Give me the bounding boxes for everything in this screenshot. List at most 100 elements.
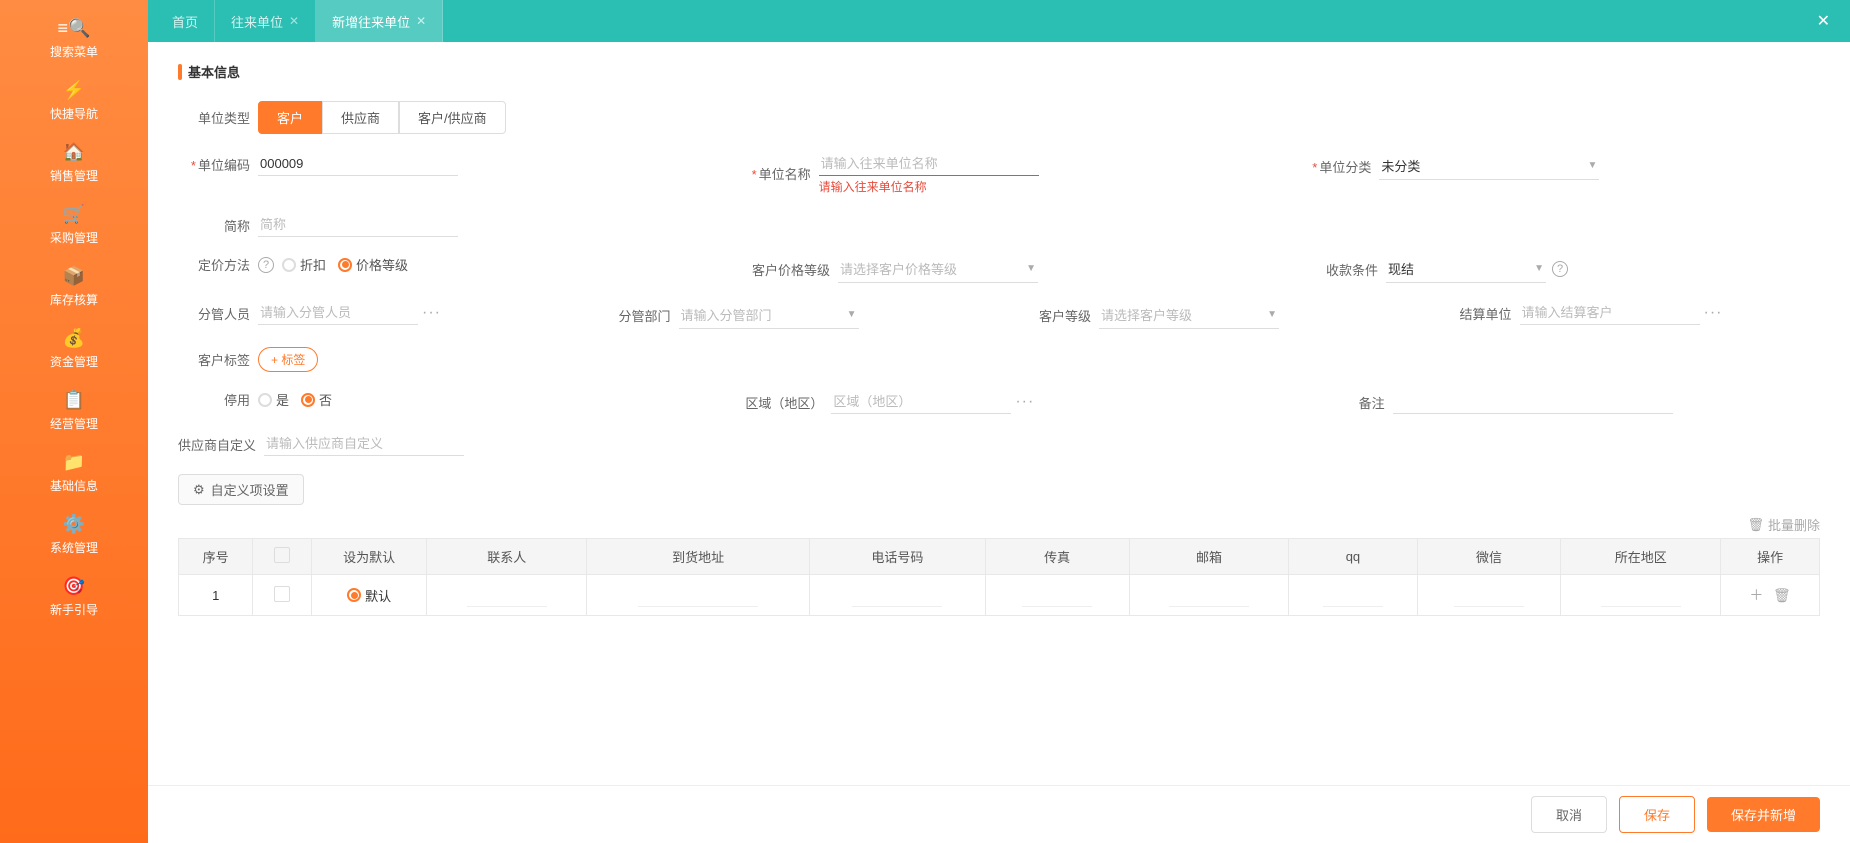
- inventory-icon: 📦: [63, 266, 85, 287]
- region-label: 区域（地区）: [745, 393, 831, 412]
- nav-icon: ⚡: [63, 80, 85, 101]
- disabled-radio-group: 是 否: [258, 390, 332, 409]
- pricing-discount[interactable]: 折扣: [282, 255, 326, 274]
- sidebar-item-inventory[interactable]: 📦 库存核算: [0, 256, 148, 318]
- short-name-input[interactable]: [258, 213, 458, 237]
- yes-radio: [258, 393, 272, 407]
- sidebar-item-system[interactable]: ⚙️ 系统管理: [0, 504, 148, 566]
- customer-level-select[interactable]: 请选择客户等级 ▼: [1099, 301, 1279, 329]
- region-input[interactable]: [831, 390, 1011, 414]
- sales-icon: 🏠: [63, 142, 85, 163]
- save-add-button[interactable]: 保存并新增: [1707, 797, 1820, 832]
- manager-row: 分管人员 ··· 分管部门 请输入分管部门 ▼ 客户等级 请选择客户等级 ▼: [178, 301, 1820, 329]
- save-button[interactable]: 保存: [1619, 796, 1695, 833]
- manager-dots[interactable]: ···: [418, 304, 445, 322]
- sidebar-item-label: 库存核算: [50, 291, 98, 308]
- settlement-unit-field: 结算单位 ···: [1440, 301, 1821, 325]
- sidebar-item-operations[interactable]: 📋 经营管理: [0, 380, 148, 442]
- sidebar-item-nav[interactable]: ⚡ 快捷导航: [0, 70, 148, 132]
- disabled-no[interactable]: 否: [301, 390, 332, 409]
- disabled-yes[interactable]: 是: [258, 390, 289, 409]
- unit-type-customer[interactable]: 客户: [258, 101, 322, 134]
- tab-contacts[interactable]: 往来单位 ✕: [215, 0, 316, 42]
- pricing-level[interactable]: 价格等级: [338, 255, 408, 274]
- short-name-label: 简称: [178, 216, 258, 235]
- default-radio[interactable]: [347, 588, 361, 602]
- payment-help-icon[interactable]: ?: [1552, 261, 1568, 277]
- level-radio: [338, 258, 352, 272]
- tab-new-contact-close[interactable]: ✕: [416, 14, 426, 28]
- level-label: 价格等级: [356, 255, 408, 274]
- finance-icon: 💰: [63, 328, 85, 349]
- email-input[interactable]: [1169, 583, 1249, 607]
- wechat-input[interactable]: [1454, 583, 1524, 607]
- customer-level-field: 客户等级 请选择客户等级 ▼: [1019, 301, 1400, 329]
- sidebar-item-search[interactable]: ≡🔍 搜索菜单: [0, 8, 148, 70]
- tab-new-contact[interactable]: 新增往来单位 ✕: [316, 0, 443, 42]
- settlement-dots[interactable]: ···: [1700, 304, 1727, 322]
- sidebar-item-purchase[interactable]: 🛒 采购管理: [0, 194, 148, 256]
- tag-row: 客户标签 + 标签: [178, 347, 1820, 372]
- sidebar-item-label: 搜索菜单: [50, 43, 98, 60]
- del-row-button[interactable]: 🗑: [1773, 587, 1791, 603]
- col-email: 邮箱: [1129, 539, 1289, 575]
- contacts-table: 序号 设为默认 联系人 到货地址 电话号码 传真 邮箱 qq 微信 所在地区 操…: [178, 538, 1820, 616]
- sidebar-item-sales[interactable]: 🏠 销售管理: [0, 132, 148, 194]
- customer-level-label: 客户等级: [1019, 306, 1099, 325]
- customer-price-level-select[interactable]: 请选择客户价格等级 ▼: [838, 255, 1038, 283]
- sidebar-item-label: 基础信息: [50, 477, 98, 494]
- short-name-row: 简称: [178, 213, 1820, 237]
- contact-input[interactable]: [467, 583, 547, 607]
- disabled-field: 停用 是 否: [178, 390, 685, 409]
- sidebar-item-guide[interactable]: 🎯 新手引导: [0, 566, 148, 628]
- tab-contacts-close[interactable]: ✕: [289, 14, 299, 28]
- row-select-checkbox[interactable]: [274, 586, 290, 602]
- tab-home[interactable]: 首页: [156, 0, 215, 42]
- col-wechat: 微信: [1417, 539, 1561, 575]
- customer-level-arrow: ▼: [1267, 309, 1277, 320]
- pricing-method-label: 定价方法: [178, 255, 258, 274]
- sidebar-item-base-info[interactable]: 📁 基础信息: [0, 442, 148, 504]
- custom-settings-button[interactable]: ⚙ 自定义项设置: [178, 474, 304, 505]
- supplier-custom-field: 供应商自定义: [178, 432, 1820, 456]
- add-row-button[interactable]: ＋: [1749, 587, 1763, 603]
- unit-code-input[interactable]: [258, 152, 458, 176]
- col-region: 所在地区: [1561, 539, 1721, 575]
- unit-name-input[interactable]: [819, 152, 1039, 176]
- close-all-button[interactable]: ✕: [1805, 11, 1842, 31]
- add-tag-button[interactable]: + 标签: [258, 347, 318, 372]
- supplier-custom-input[interactable]: [264, 432, 464, 456]
- sidebar-item-finance[interactable]: 💰 资金管理: [0, 318, 148, 380]
- payment-terms-select[interactable]: 现结 ▼: [1386, 255, 1546, 283]
- fax-input[interactable]: [1022, 583, 1092, 607]
- address-input[interactable]: [638, 583, 758, 607]
- unit-name-field: 单位名称 请输入往来单位名称: [739, 152, 1260, 195]
- unit-type-both[interactable]: 客户/供应商: [399, 101, 506, 134]
- custom-settings-label: 自定义项设置: [211, 480, 289, 499]
- remarks-field: 备注: [1313, 390, 1820, 414]
- settlement-unit-input[interactable]: [1520, 301, 1700, 325]
- remarks-input[interactable]: [1393, 390, 1673, 414]
- unit-name-error: 请输入往来单位名称: [819, 178, 1039, 195]
- unit-type-supplier[interactable]: 供应商: [322, 101, 399, 134]
- row-region-input[interactable]: [1601, 583, 1681, 607]
- select-all-checkbox[interactable]: [274, 547, 290, 563]
- sidebar-item-label: 新手引导: [50, 601, 98, 618]
- unit-category-select[interactable]: 未分类 ▼: [1379, 152, 1599, 180]
- manager-input[interactable]: [258, 301, 418, 325]
- section-title-text: 基本信息: [188, 62, 240, 81]
- system-icon: ⚙️: [63, 514, 85, 535]
- region-dots[interactable]: ···: [1011, 393, 1038, 411]
- no-label: 否: [319, 390, 332, 409]
- pricing-help-icon[interactable]: ?: [258, 257, 274, 273]
- row-contact: [427, 575, 587, 616]
- cancel-button[interactable]: 取消: [1531, 796, 1607, 833]
- batch-delete-label[interactable]: 批量删除: [1768, 515, 1820, 534]
- tab-new-contact-label: 新增往来单位: [332, 12, 410, 31]
- supplier-custom-label: 供应商自定义: [178, 435, 264, 454]
- department-select[interactable]: 请输入分管部门 ▼: [679, 301, 859, 329]
- col-default: 设为默认: [311, 539, 426, 575]
- qq-input[interactable]: [1323, 583, 1383, 607]
- default-label: 默认: [365, 586, 391, 605]
- phone-input[interactable]: [852, 583, 942, 607]
